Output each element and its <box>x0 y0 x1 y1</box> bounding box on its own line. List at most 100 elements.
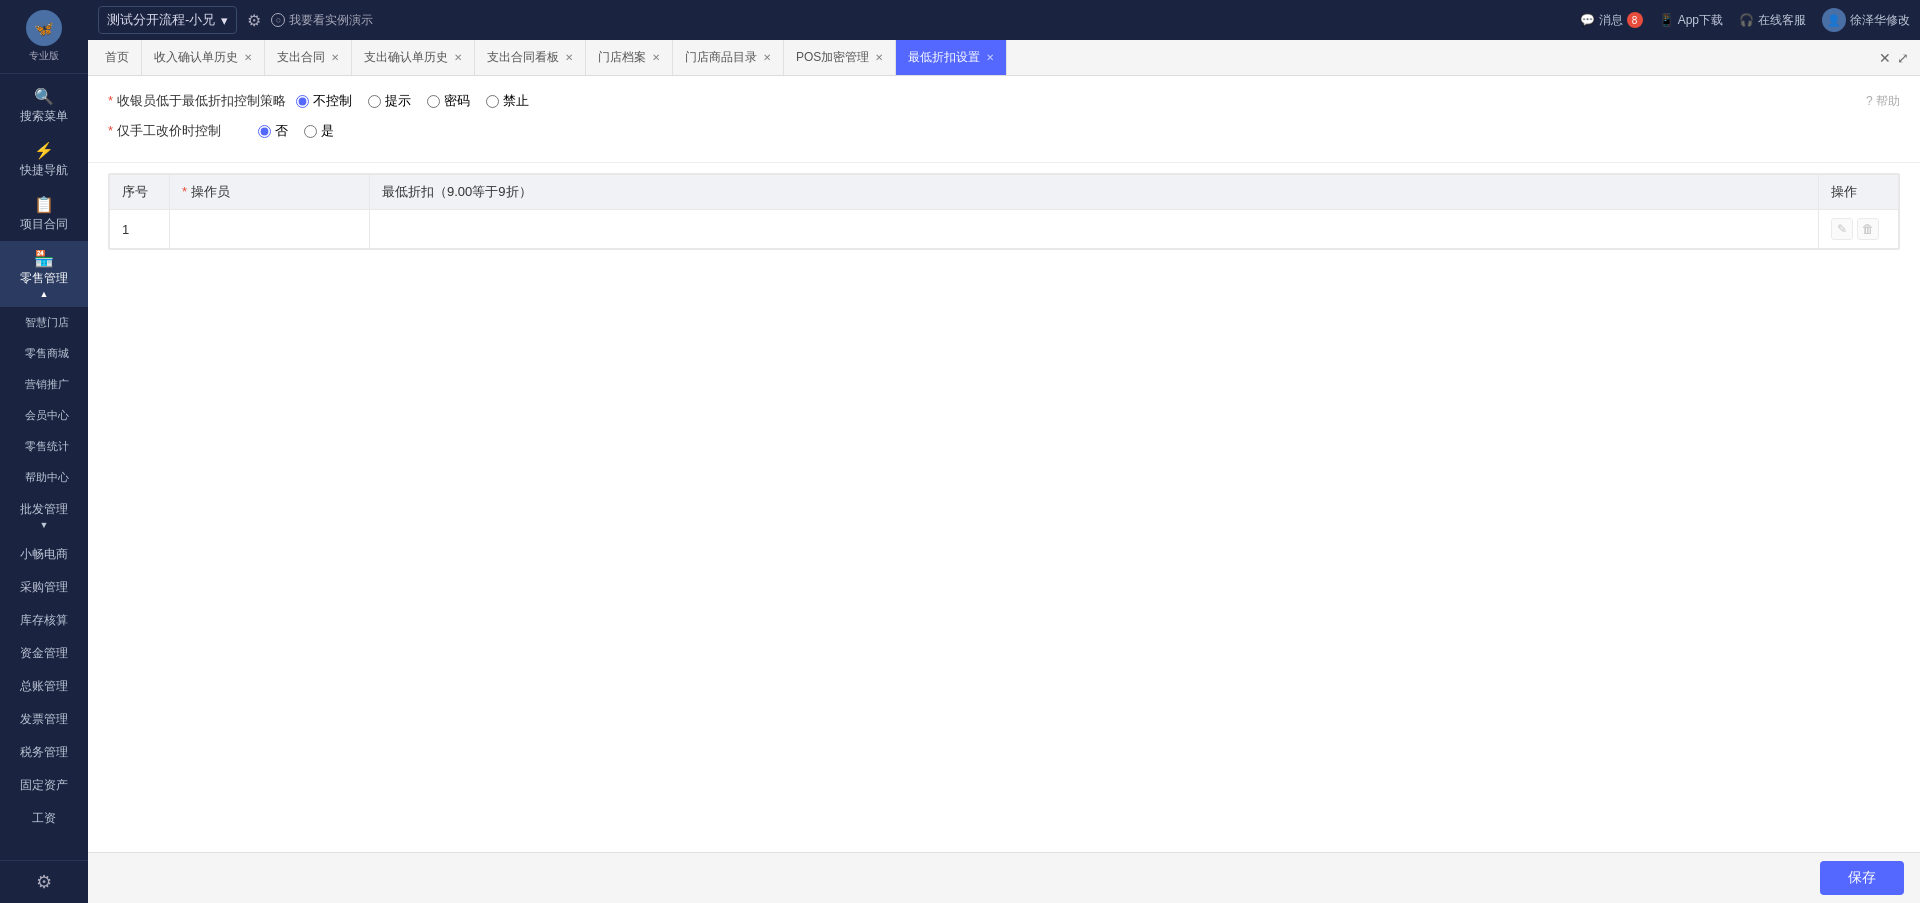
retail-arrow-icon: ▲ <box>40 289 49 299</box>
customer-service-icon: 🎧 <box>1739 13 1754 27</box>
row-delete-button[interactable]: 🗑 <box>1857 218 1879 240</box>
app-logo-text: 专业版 <box>29 49 59 63</box>
tab-close-all-icon[interactable]: ✕ <box>1879 50 1891 66</box>
manual-radio-group: 否 是 <box>258 122 334 140</box>
manual-no-label: 否 <box>275 122 288 140</box>
demo-circle-icon: ○ <box>271 13 285 27</box>
tab-contract-close[interactable]: ✕ <box>331 52 339 63</box>
sidebar-item-salary[interactable]: 工资 <box>0 802 88 835</box>
tab-pos-security-close[interactable]: ✕ <box>875 52 883 63</box>
tab-expense-history-close[interactable]: ✕ <box>454 52 462 63</box>
sidebar-item-smart-store[interactable]: 智慧门店 <box>0 307 88 338</box>
sidebar-item-help[interactable]: 帮助中心 <box>0 462 88 493</box>
sidebar-item-accounting[interactable]: 总账管理 <box>0 670 88 703</box>
tab-contract-board-label: 支出合同看板 <box>487 49 559 66</box>
col-operator: 操作员 <box>170 175 370 210</box>
sidebar-item-marketing[interactable]: 营销推广 <box>0 369 88 400</box>
sidebar-item-purchase[interactable]: 采购管理 <box>0 571 88 604</box>
policy-password-radio[interactable] <box>427 95 440 108</box>
manual-yes[interactable]: 是 <box>304 122 334 140</box>
tab-contract-board-close[interactable]: ✕ <box>565 52 573 63</box>
tab-store-catalog[interactable]: 门店商品目录 ✕ <box>673 40 784 75</box>
policy-remind-radio[interactable] <box>368 95 381 108</box>
main-area: 测试分开流程-小兄 ▾ ⚙ ○ 我要看实例演示 💬 消息 8 📱 App下载 🎧… <box>88 0 1920 903</box>
sidebar-item-tax[interactable]: 税务管理 <box>0 736 88 769</box>
user-avatar-icon: 👤 <box>1822 8 1846 32</box>
tab-contract-label: 支出合同 <box>277 49 325 66</box>
policy-no-control[interactable]: 不控制 <box>296 92 352 110</box>
manual-row: 仅手工改价时控制 否 是 <box>108 122 1900 140</box>
header-right: 💬 消息 8 📱 App下载 🎧 在线客服 👤 徐泽华修改 <box>1580 8 1910 32</box>
app-download-button[interactable]: 📱 App下载 <box>1659 12 1723 29</box>
message-button[interactable]: 💬 消息 8 <box>1580 12 1643 29</box>
sidebar-label-search: 搜索菜单 <box>20 108 68 125</box>
tab-store-archive-close[interactable]: ✕ <box>652 52 660 63</box>
sidebar-item-fixed-assets[interactable]: 固定资产 <box>0 769 88 802</box>
project-selector[interactable]: 测试分开流程-小兄 ▾ <box>98 6 237 34</box>
sidebar-item-project[interactable]: 📋 项目合同 <box>0 187 88 241</box>
header-settings-icon[interactable]: ⚙ <box>247 11 261 30</box>
sidebar-settings-button[interactable]: ⚙ <box>0 860 88 903</box>
tab-bar: 首页 收入确认单历史 ✕ 支出合同 ✕ 支出确认单历史 ✕ 支出合同看板 ✕ 门… <box>88 40 1920 76</box>
sidebar-label-salary: 工资 <box>32 810 56 827</box>
policy-forbid[interactable]: 禁止 <box>486 92 529 110</box>
policy-no-control-label: 不控制 <box>313 92 352 110</box>
sidebar-label-finance: 资金管理 <box>20 645 68 662</box>
tab-min-discount-label: 最低折扣设置 <box>908 49 980 66</box>
sidebar-item-ecommerce[interactable]: 小畅电商 <box>0 538 88 571</box>
tab-income-history-close[interactable]: ✕ <box>244 52 252 63</box>
policy-remind-label: 提示 <box>385 92 411 110</box>
manual-yes-label: 是 <box>321 122 334 140</box>
sidebar-logo: 🦋 专业版 <box>0 0 88 74</box>
table-section: 序号 操作员 最低折扣（9.00等于9折） 操作 1 ✎ <box>88 163 1920 852</box>
policy-radio-group: 不控制 提示 密码 禁止 <box>296 92 529 110</box>
policy-forbid-label: 禁止 <box>503 92 529 110</box>
tab-expand-icon[interactable]: ⤢ <box>1897 50 1909 66</box>
policy-label: 收银员低于最低折扣控制策略 <box>108 92 286 110</box>
message-label: 消息 <box>1599 12 1623 29</box>
project-name: 测试分开流程-小兄 <box>107 11 215 29</box>
sidebar-label-member: 会员中心 <box>25 408 69 423</box>
discount-table: 序号 操作员 最低折扣（9.00等于9折） 操作 1 ✎ <box>109 174 1899 249</box>
save-button[interactable]: 保存 <box>1820 861 1904 895</box>
sidebar-item-search[interactable]: 🔍 搜索菜单 <box>0 79 88 133</box>
row-action: ✎ 🗑 <box>1819 210 1899 249</box>
tab-expense-history[interactable]: 支出确认单历史 ✕ <box>352 40 475 75</box>
tab-contract[interactable]: 支出合同 ✕ <box>265 40 352 75</box>
tab-pos-security[interactable]: POS加密管理 ✕ <box>784 40 896 75</box>
sidebar-item-shortcut[interactable]: ⚡ 快捷导航 <box>0 133 88 187</box>
manual-no-radio[interactable] <box>258 125 271 138</box>
sidebar-item-invoice[interactable]: 发票管理 <box>0 703 88 736</box>
tab-store-catalog-close[interactable]: ✕ <box>763 52 771 63</box>
sidebar-item-finance[interactable]: 资金管理 <box>0 637 88 670</box>
help-icon[interactable]: ? 帮助 <box>1866 93 1900 110</box>
tab-store-archive[interactable]: 门店档案 ✕ <box>586 40 673 75</box>
footer: 保存 <box>88 852 1920 903</box>
policy-forbid-radio[interactable] <box>486 95 499 108</box>
sidebar-item-inventory[interactable]: 库存核算 <box>0 604 88 637</box>
policy-password[interactable]: 密码 <box>427 92 470 110</box>
row-edit-button[interactable]: ✎ <box>1831 218 1853 240</box>
policy-no-control-radio[interactable] <box>296 95 309 108</box>
manual-yes-radio[interactable] <box>304 125 317 138</box>
policy-remind[interactable]: 提示 <box>368 92 411 110</box>
tab-home[interactable]: 首页 <box>93 40 142 75</box>
sidebar-item-retail-mall[interactable]: 零售商城 <box>0 338 88 369</box>
col-seq: 序号 <box>110 175 170 210</box>
project-dropdown-icon: ▾ <box>221 13 228 28</box>
manual-label: 仅手工改价时控制 <box>108 122 248 140</box>
tab-contract-board[interactable]: 支出合同看板 ✕ <box>475 40 586 75</box>
tab-min-discount[interactable]: 最低折扣设置 ✕ <box>896 40 1007 75</box>
demo-link[interactable]: ○ 我要看实例演示 <box>271 12 373 29</box>
sidebar-item-member[interactable]: 会员中心 <box>0 400 88 431</box>
sidebar-item-retail-stats[interactable]: 零售统计 <box>0 431 88 462</box>
user-profile-button[interactable]: 👤 徐泽华修改 <box>1822 8 1910 32</box>
sidebar-item-wholesale[interactable]: 批发管理 ▼ <box>0 493 88 538</box>
tab-income-history[interactable]: 收入确认单历史 ✕ <box>142 40 265 75</box>
tab-min-discount-close[interactable]: ✕ <box>986 52 994 63</box>
sidebar-item-retail[interactable]: 🏪 零售管理 ▲ <box>0 241 88 307</box>
customer-service-button[interactable]: 🎧 在线客服 <box>1739 12 1806 29</box>
sidebar-label-retail-stats: 零售统计 <box>25 439 69 454</box>
tab-home-label: 首页 <box>105 49 129 66</box>
manual-no[interactable]: 否 <box>258 122 288 140</box>
